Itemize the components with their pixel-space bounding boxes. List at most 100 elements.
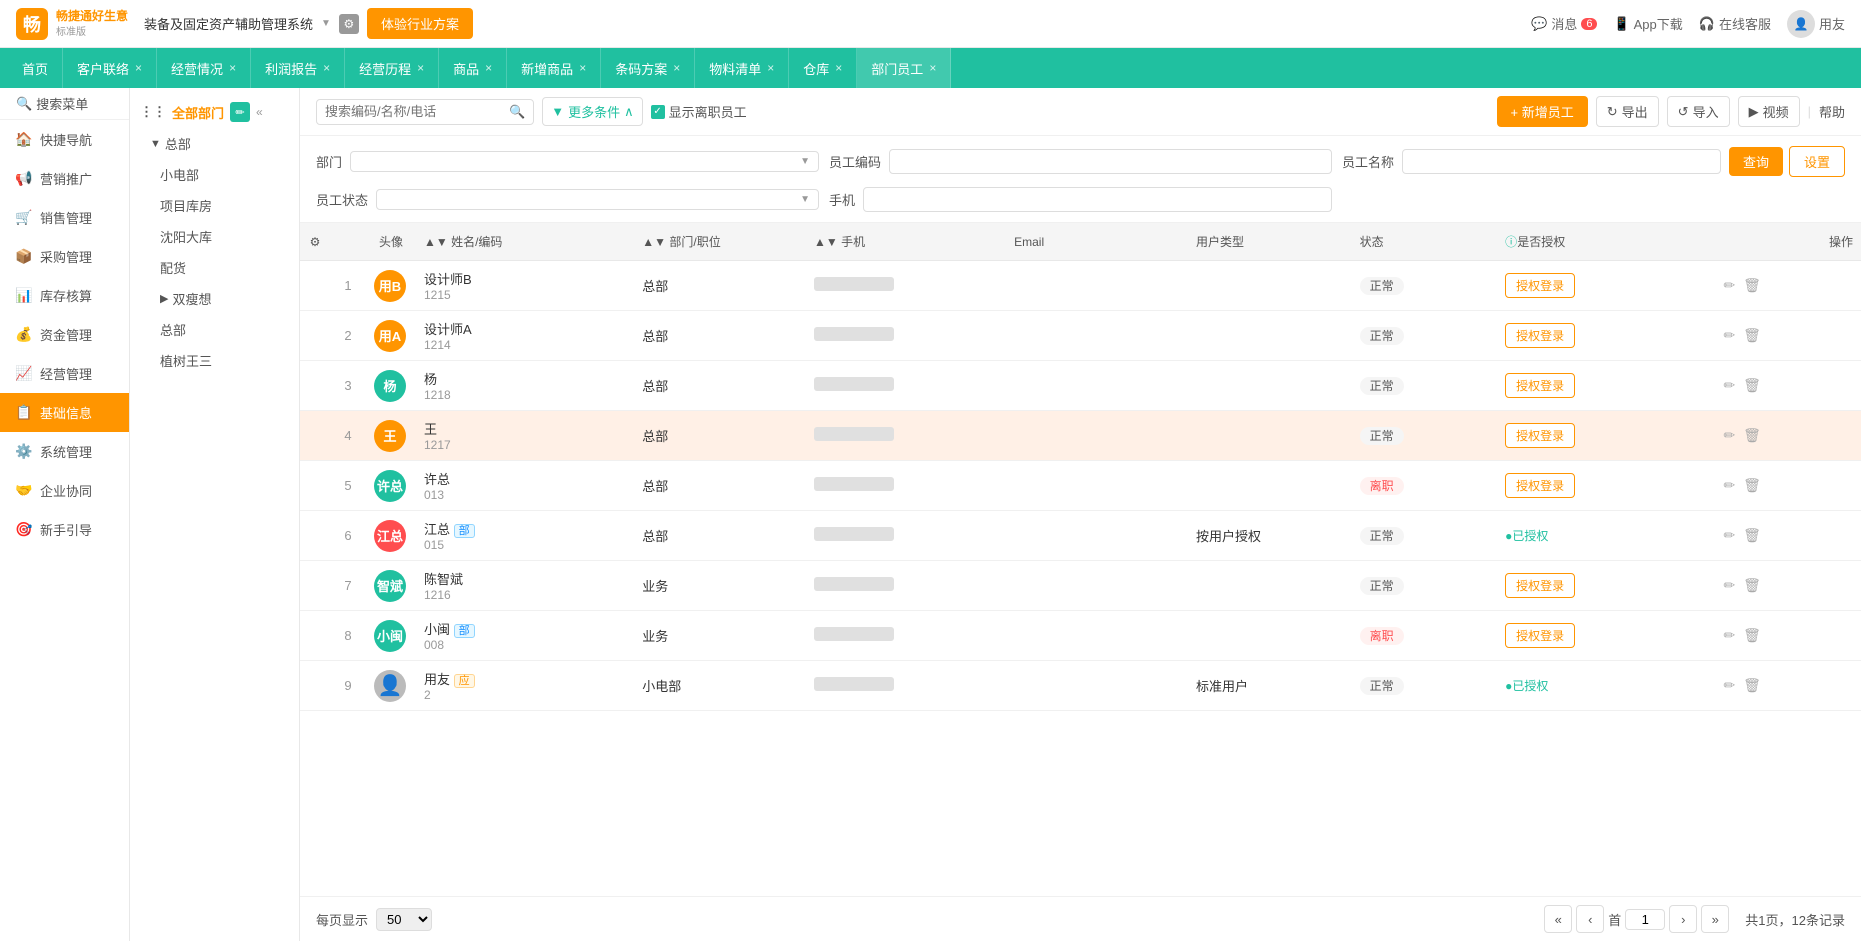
tab-close-material[interactable]: × [767, 61, 774, 75]
sidebar-item-enterprise[interactable]: 🤝 企业协同 [0, 471, 129, 510]
online-service-action[interactable]: 🎧 在线客服 [1699, 14, 1771, 33]
filter-emp-code-input[interactable] [889, 149, 1332, 174]
tab-close-profit[interactable]: × [323, 61, 330, 75]
sidebar-item-inventory[interactable]: 📊 库存核算 [0, 276, 129, 315]
per-page-select[interactable]: 50 20 100 [376, 908, 432, 931]
app-download-action[interactable]: 📱 App下载 [1613, 14, 1682, 33]
edit-icon[interactable]: ✏ [1723, 427, 1735, 444]
tab-close-dept-staff[interactable]: × [929, 61, 936, 75]
tab-barcode[interactable]: 条码方案 × [601, 48, 695, 88]
sidebar-item-finance[interactable]: 💰 资金管理 [0, 315, 129, 354]
system-dropdown-arrow[interactable]: ▼ [321, 18, 331, 29]
auth-grant-button[interactable]: 授权登录 [1505, 323, 1575, 348]
tab-close-customer[interactable]: × [135, 61, 142, 75]
delete-icon[interactable]: 🗑 [1743, 377, 1761, 394]
query-button[interactable]: 查询 [1729, 147, 1783, 176]
export-button[interactable]: ↻ 导出 [1596, 96, 1659, 127]
edit-icon[interactable]: ✏ [1723, 327, 1735, 344]
edit-icon[interactable]: ✏ [1723, 627, 1735, 644]
sidebar-item-basic-info[interactable]: 📋 基础信息 [0, 393, 129, 432]
settings-icon[interactable]: ⚙ [339, 14, 359, 34]
tab-close-warehouse[interactable]: × [835, 61, 842, 75]
tab-warehouse[interactable]: 仓库 × [789, 48, 857, 88]
filter-emp-status-select[interactable]: ▼ [376, 189, 819, 210]
dept-item-plant-king[interactable]: 植树王三 [130, 345, 299, 376]
tab-new-goods[interactable]: 新增商品 × [507, 48, 601, 88]
view-button[interactable]: ▶ 视频 [1738, 96, 1800, 127]
tab-operation[interactable]: 经营情况 × [157, 48, 251, 88]
dept-item-hq-main[interactable]: 总部 [130, 314, 299, 345]
tab-close-operation[interactable]: × [229, 61, 236, 75]
next-page-btn[interactable]: › [1669, 905, 1697, 933]
sidebar-item-marketing[interactable]: 📢 营销推广 [0, 159, 129, 198]
tab-customer[interactable]: 客户联络 × [63, 48, 157, 88]
sidebar-item-quick-nav[interactable]: 🏠 快捷导航 [0, 120, 129, 159]
delete-icon[interactable]: 🗑 [1743, 477, 1761, 494]
edit-icon[interactable]: ✏ [1723, 277, 1735, 294]
tab-material[interactable]: 物料清单 × [695, 48, 789, 88]
tab-history[interactable]: 经营历程 × [345, 48, 439, 88]
auth-grant-button[interactable]: 授权登录 [1505, 273, 1575, 298]
show-resigned-checkbox[interactable]: ✓ [651, 105, 665, 119]
page-input[interactable] [1625, 909, 1665, 930]
delete-icon[interactable]: 🗑 [1743, 677, 1761, 694]
dept-item-double-dream[interactable]: ▶ 双瘦想 [130, 283, 299, 314]
col-header-dept[interactable]: ▲▼ 部门/职位 [634, 223, 806, 261]
tab-close-goods[interactable]: × [485, 61, 492, 75]
auth-grant-button[interactable]: 授权登录 [1505, 623, 1575, 648]
tab-close-history[interactable]: × [417, 61, 424, 75]
delete-icon[interactable]: 🗑 [1743, 627, 1761, 644]
sidebar-item-purchase[interactable]: 📦 采购管理 [0, 237, 129, 276]
all-dept-label[interactable]: 全部部门 [172, 103, 224, 122]
set-button[interactable]: 设置 [1789, 146, 1845, 177]
help-label[interactable]: 帮助 [1819, 102, 1845, 121]
filter-phone-input[interactable] [863, 187, 1332, 212]
tab-dept-staff[interactable]: 部门员工 × [857, 48, 951, 88]
user-action[interactable]: 👤 用友 [1787, 10, 1845, 38]
sidebar-item-sales[interactable]: 🛒 销售管理 [0, 198, 129, 237]
trial-button[interactable]: 体验行业方案 [367, 8, 473, 39]
tab-close-new-goods[interactable]: × [579, 61, 586, 75]
prev-page-btn[interactable]: ‹ [1576, 905, 1604, 933]
auth-grant-button[interactable]: 授权登录 [1505, 573, 1575, 598]
search-input[interactable] [325, 104, 505, 119]
delete-icon[interactable]: 🗑 [1743, 327, 1761, 344]
message-action[interactable]: 💬 消息 6 [1531, 14, 1597, 33]
edit-icon[interactable]: ✏ [1723, 577, 1735, 594]
more-filters-btn[interactable]: ▼ 更多条件 ∧ [542, 97, 642, 126]
dept-item-small-electric[interactable]: 小电部 [130, 159, 299, 190]
filter-emp-name-input[interactable] [1402, 149, 1721, 174]
auth-grant-button[interactable]: 授权登录 [1505, 473, 1575, 498]
auth-grant-button[interactable]: 授权登录 [1505, 423, 1575, 448]
tab-goods[interactable]: 商品 × [439, 48, 507, 88]
col-header-name[interactable]: ▲▼ 姓名/编码 [416, 223, 634, 261]
tab-home[interactable]: 首页 [8, 48, 63, 88]
delete-icon[interactable]: 🗑 [1743, 527, 1761, 544]
delete-icon[interactable]: 🗑 [1743, 577, 1761, 594]
dept-item-distribution[interactable]: 配货 [130, 252, 299, 283]
delete-icon[interactable]: 🗑 [1743, 427, 1761, 444]
edit-icon[interactable]: ✏ [1723, 677, 1735, 694]
dept-edit-icon[interactable]: ✏ [230, 102, 250, 122]
sidebar-item-operations[interactable]: 📈 经营管理 [0, 354, 129, 393]
last-page-btn[interactable]: » [1701, 905, 1729, 933]
col-header-phone[interactable]: ▲▼ 手机 [806, 223, 1006, 261]
tab-profit[interactable]: 利润报告 × [251, 48, 345, 88]
dept-collapse-icon[interactable]: « [256, 105, 263, 119]
auth-grant-button[interactable]: 授权登录 [1505, 373, 1575, 398]
import-button[interactable]: ↺ 导入 [1667, 96, 1730, 127]
edit-icon[interactable]: ✏ [1723, 477, 1735, 494]
filter-dept-select[interactable]: ▼ [350, 151, 819, 172]
delete-icon[interactable]: 🗑 [1743, 277, 1761, 294]
dept-item-project-room[interactable]: 项目库房 [130, 190, 299, 221]
sidebar-item-system[interactable]: ⚙️ 系统管理 [0, 432, 129, 471]
add-employee-button[interactable]: + 新增员工 [1497, 96, 1588, 127]
edit-icon[interactable]: ✏ [1723, 377, 1735, 394]
sidebar-item-guide[interactable]: 🎯 新手引导 [0, 510, 129, 549]
first-page-btn[interactable]: « [1544, 905, 1572, 933]
dept-item-headquarters[interactable]: ▼ 总部 [130, 128, 299, 159]
col-header-settings[interactable]: ⚙ [300, 223, 330, 261]
edit-icon[interactable]: ✏ [1723, 527, 1735, 544]
sidebar-search-area[interactable]: 🔍 搜索菜单 [0, 88, 129, 120]
dept-item-shenyang[interactable]: 沈阳大库 [130, 221, 299, 252]
